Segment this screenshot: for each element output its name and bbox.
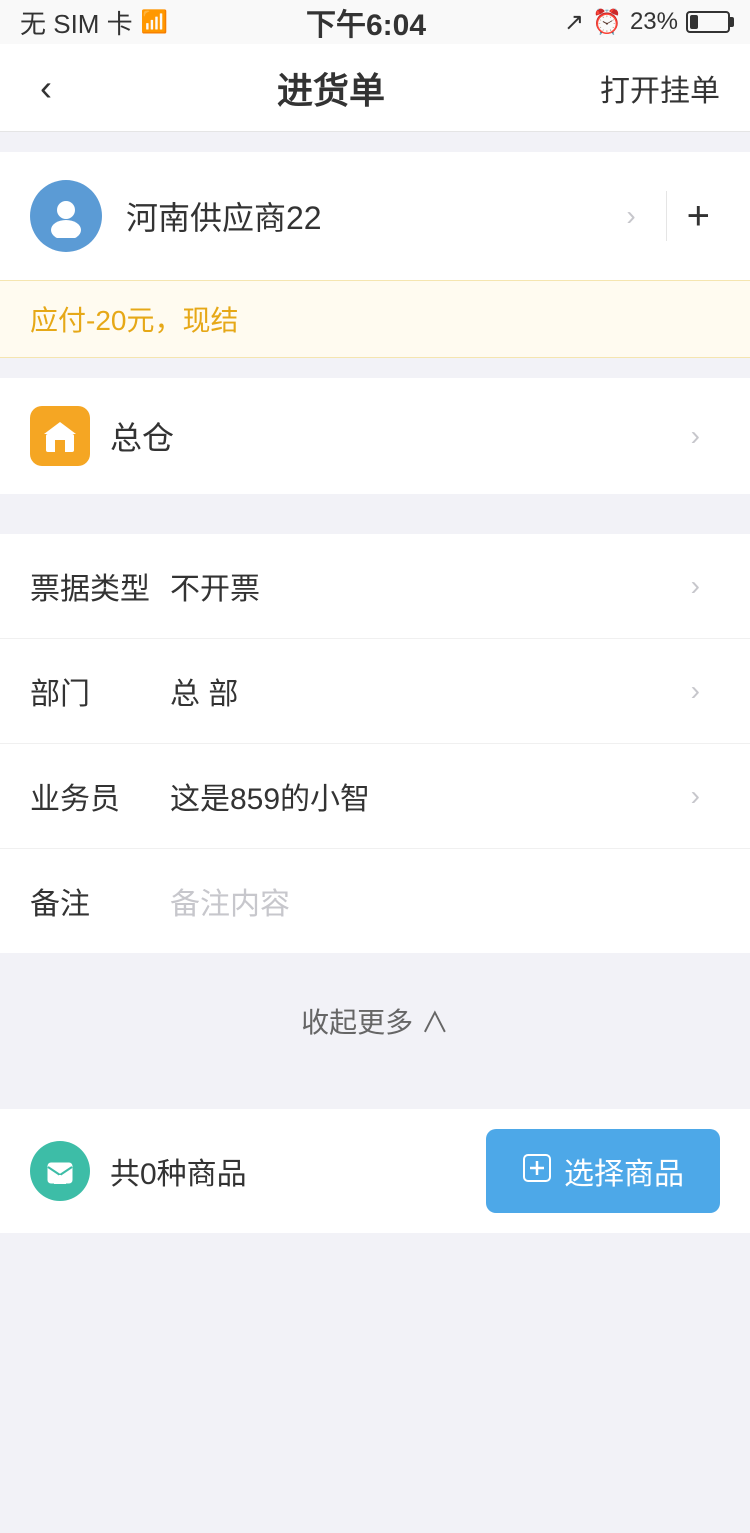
- supplier-chevron-icon: ›: [626, 200, 635, 232]
- warehouse-row[interactable]: 总仓 ›: [0, 378, 750, 494]
- select-product-label: 选择商品: [564, 1149, 684, 1193]
- ticket-type-chevron-icon: ›: [691, 570, 700, 602]
- select-product-icon: [522, 1153, 552, 1190]
- department-row[interactable]: 部门 总 部 ›: [0, 639, 750, 744]
- add-supplier-button[interactable]: +: [677, 194, 720, 239]
- ticket-type-label: 票据类型: [30, 564, 170, 608]
- form-section: 票据类型 不开票 › 部门 总 部 › 业务员 这是859的小智 › 备注 备注…: [0, 534, 750, 953]
- notice-text: 应付-20元，现结: [30, 305, 238, 336]
- battery-icon: [686, 11, 730, 33]
- gap-3: [0, 494, 750, 514]
- select-product-button[interactable]: 选择商品: [486, 1129, 720, 1213]
- notice-bar: 应付-20元，现结: [0, 280, 750, 358]
- status-bar: 无 SIM 卡 📶 下午6:04 ↗ ⏰ 23%: [0, 0, 750, 44]
- status-left: 无 SIM 卡 📶: [20, 4, 168, 41]
- ticket-type-value: 不开票: [170, 564, 691, 608]
- gap-1: [0, 132, 750, 152]
- battery-percent: 23%: [630, 8, 678, 36]
- product-count-text: 共0种商品: [110, 1149, 247, 1193]
- salesman-value: 这是859的小智: [170, 774, 691, 818]
- department-value: 总 部: [170, 669, 691, 713]
- supplier-name: 河南供应商22: [126, 193, 626, 239]
- bottom-bar: 共0种商品 选择商品: [0, 1109, 750, 1233]
- salesman-row[interactable]: 业务员 这是859的小智 ›: [0, 744, 750, 849]
- department-label: 部门: [30, 669, 170, 713]
- warehouse-icon: [30, 406, 90, 466]
- warehouse-section: 总仓 ›: [0, 378, 750, 494]
- supplier-avatar: [30, 180, 102, 252]
- product-count-section: 共0种商品: [30, 1141, 247, 1201]
- supplier-section: 河南供应商22 › + 应付-20元，现结: [0, 152, 750, 358]
- background-fill: [0, 1233, 750, 1533]
- remark-input[interactable]: 备注内容: [170, 879, 720, 923]
- warehouse-chevron-icon: ›: [691, 420, 700, 452]
- status-right: ↗ ⏰ 23%: [564, 8, 730, 37]
- salesman-chevron-icon: ›: [691, 780, 700, 812]
- collapse-button[interactable]: 收起更多 ∧: [0, 973, 750, 1069]
- location-icon: ↗: [564, 8, 584, 37]
- status-time: 下午6:04: [306, 0, 426, 44]
- product-icon: [30, 1141, 90, 1201]
- remark-row[interactable]: 备注 备注内容: [0, 849, 750, 953]
- remark-label: 备注: [30, 879, 170, 923]
- gap-4: [0, 1069, 750, 1089]
- vertical-divider: [666, 191, 667, 241]
- salesman-label: 业务员: [30, 774, 170, 818]
- page-title: 进货单: [277, 62, 385, 114]
- ticket-type-row[interactable]: 票据类型 不开票 ›: [0, 534, 750, 639]
- carrier-label: 无 SIM 卡: [20, 4, 133, 41]
- warehouse-name: 总仓: [110, 413, 691, 459]
- nav-bar: ‹ 进货单 打开挂单: [0, 44, 750, 132]
- gap-2: [0, 358, 750, 378]
- wifi-icon: 📶: [141, 9, 168, 35]
- supplier-row[interactable]: 河南供应商22 › +: [0, 152, 750, 280]
- department-chevron-icon: ›: [691, 675, 700, 707]
- back-button[interactable]: ‹: [30, 57, 62, 119]
- alarm-icon: ⏰: [592, 8, 622, 37]
- open-pending-button[interactable]: 打开挂单: [600, 66, 720, 110]
